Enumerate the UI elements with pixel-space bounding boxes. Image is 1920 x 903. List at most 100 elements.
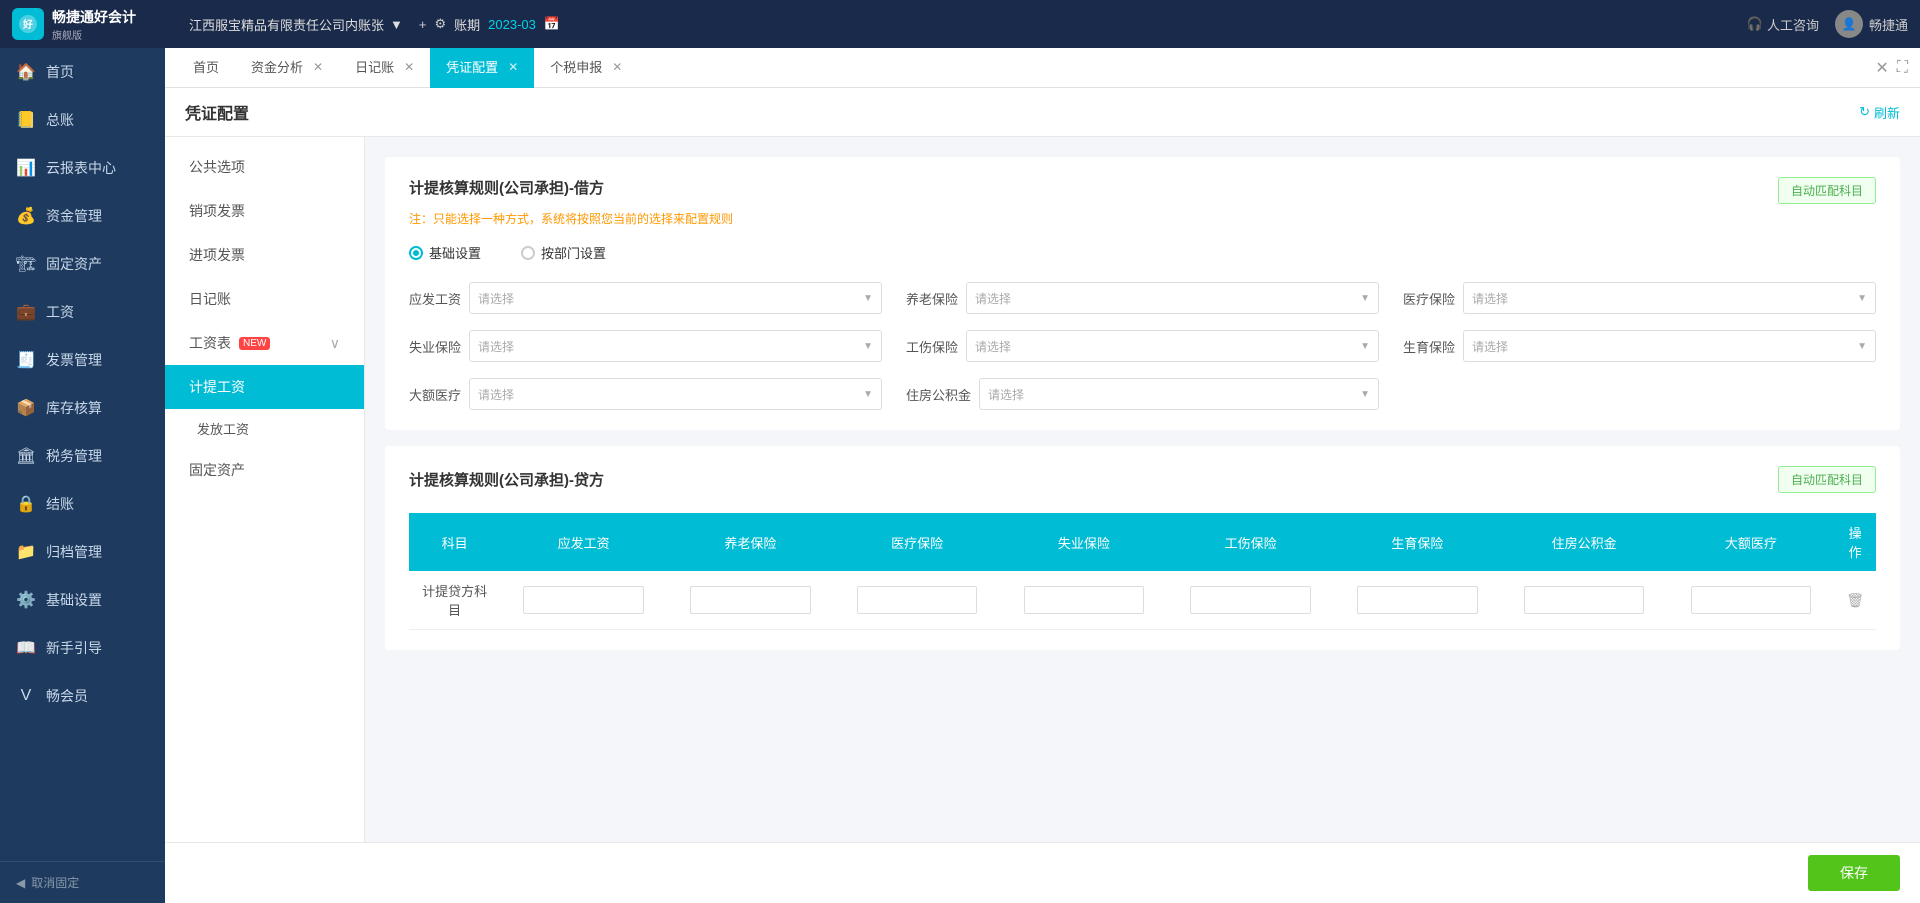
- input-credit-work-injury[interactable]: [1190, 586, 1311, 614]
- field-work-injury: 工伤保险 请选择 ▼: [906, 330, 1379, 362]
- main-layout: 🏠 首页 📒 总账 📊 云报表中心 💰 资金管理 🏗 固定资产 💼 工资 🧾 发…: [0, 48, 1920, 903]
- left-nav-payroll-calc[interactable]: 计提工资: [165, 365, 364, 409]
- top-bar: 好 畅捷通好会计 旗舰版 江西服宝精品有限责任公司内账张 ▼ + ⚙ 账期 20…: [0, 0, 1920, 48]
- sidebar-item-closing[interactable]: 🔒 结账: [0, 480, 165, 528]
- sidebar-item-invoice[interactable]: 🧾 发票管理: [0, 336, 165, 384]
- archive-icon: 📁: [16, 542, 36, 562]
- input-credit-housing-fund[interactable]: [1524, 586, 1645, 614]
- user-area[interactable]: 👤 畅捷通: [1835, 10, 1908, 38]
- close-all-tabs-button[interactable]: ✕: [1875, 58, 1888, 78]
- svg-text:好: 好: [22, 18, 33, 31]
- select-housing-fund[interactable]: 请选择 ▼: [979, 378, 1379, 410]
- home-icon: 🏠: [16, 62, 36, 82]
- tab-bar-actions: ✕ ⛶: [1875, 58, 1908, 78]
- refresh-button[interactable]: ↻ 刷新: [1859, 103, 1900, 122]
- credit-table-body: 计提贷方科目 🗑: [409, 571, 1876, 630]
- select-maternity[interactable]: 请选择 ▼: [1463, 330, 1876, 362]
- sidebar-item-fixed-assets[interactable]: 🏗 固定资产: [0, 240, 165, 288]
- close-tax-tab[interactable]: ✕: [612, 60, 622, 74]
- tab-voucher[interactable]: 凭证配置 ✕: [430, 48, 534, 88]
- left-nav: 公共选项 销项发票 进项发票 日记账 工资表 NEW ∨ 计提工资: [165, 137, 365, 842]
- sidebar-item-tax[interactable]: 🏛 税务管理: [0, 432, 165, 480]
- chevron-down-icon: ▼: [863, 389, 873, 400]
- bottom-bar: 保存: [165, 842, 1920, 903]
- left-nav-journal[interactable]: 日记账: [165, 277, 364, 321]
- debit-section-note: 注：只能选择一种方式，系统将按照您当前的选择来配置规则: [409, 210, 1778, 227]
- credit-section-title: 计提核算规则(公司承担)-贷方: [409, 469, 604, 490]
- app-logo-icon: 好: [12, 8, 44, 40]
- period-value[interactable]: 2023-03: [488, 17, 536, 32]
- input-credit-pension[interactable]: [690, 586, 811, 614]
- settings-icon[interactable]: ⚙: [434, 16, 446, 32]
- left-nav-payroll-pay[interactable]: 发放工资: [165, 409, 364, 448]
- select-major-medical[interactable]: 请选择 ▼: [469, 378, 882, 410]
- sidebar-item-ledger[interactable]: 📒 总账: [0, 96, 165, 144]
- add-account-button[interactable]: +: [419, 17, 427, 32]
- input-credit-maternity[interactable]: [1357, 586, 1478, 614]
- th-subject: 科目: [409, 513, 500, 571]
- close-capital-tab[interactable]: ✕: [313, 60, 323, 74]
- close-journal-tab[interactable]: ✕: [404, 60, 414, 74]
- tab-tax[interactable]: 个税申报 ✕: [534, 48, 638, 88]
- left-nav-payroll-table[interactable]: 工资表 NEW ∨: [165, 321, 364, 365]
- select-unemployment[interactable]: 请选择 ▼: [469, 330, 882, 362]
- expand-tabs-button[interactable]: ⛶: [1897, 58, 1908, 78]
- left-nav-fixed-assets[interactable]: 固定资产: [165, 448, 364, 492]
- vip-icon: V: [16, 687, 36, 705]
- tab-capital[interactable]: 资金分析 ✕: [235, 48, 339, 88]
- sidebar: 🏠 首页 📒 总账 📊 云报表中心 💰 资金管理 🏗 固定资产 💼 工资 🧾 发…: [0, 48, 165, 903]
- radio-basic-dot: [409, 246, 423, 260]
- radio-basic-setting[interactable]: 基础设置: [409, 243, 481, 262]
- app-logo-text: 畅捷通好会计 旗舰版: [52, 7, 136, 42]
- help-button[interactable]: 🎧 人工咨询: [1747, 15, 1819, 34]
- left-nav-sales-invoice[interactable]: 销项发票: [165, 189, 364, 233]
- calendar-icon[interactable]: 📅: [544, 16, 560, 32]
- field-housing-fund: 住房公积金 请选择 ▼: [906, 378, 1379, 410]
- select-salary[interactable]: 请选择 ▼: [469, 282, 882, 314]
- td-work-injury-value: [1167, 571, 1334, 630]
- headset-icon: 🎧: [1747, 16, 1763, 32]
- chevron-down-icon: ▼: [1857, 341, 1867, 352]
- select-work-injury[interactable]: 请选择 ▼: [966, 330, 1379, 362]
- td-housing-fund-value: [1501, 571, 1668, 630]
- close-voucher-tab[interactable]: ✕: [508, 60, 518, 74]
- tab-bar: 首页 资金分析 ✕ 日记账 ✕ 凭证配置 ✕ 个税申报 ✕ ✕ ⛶: [165, 48, 1920, 88]
- company-selector[interactable]: 江西服宝精品有限责任公司内账张 ▼: [189, 15, 403, 34]
- sidebar-item-inventory[interactable]: 📦 库存核算: [0, 384, 165, 432]
- credit-auto-match-button[interactable]: 自动匹配科目: [1778, 466, 1876, 493]
- tab-home[interactable]: 首页: [177, 48, 235, 88]
- avatar: 👤: [1835, 10, 1863, 38]
- sidebar-item-guide[interactable]: 📖 新手引导: [0, 624, 165, 672]
- sidebar-item-capital[interactable]: 💰 资金管理: [0, 192, 165, 240]
- sidebar-item-archive[interactable]: 📁 归档管理: [0, 528, 165, 576]
- input-credit-unemployment[interactable]: [1024, 586, 1145, 614]
- left-nav-purchase-invoice[interactable]: 进项发票: [165, 233, 364, 277]
- credit-table-header: 科目 应发工资 养老保险 医疗保险 失业保险 工伤保险 生育保险 住房公积金 大…: [409, 513, 1876, 571]
- input-credit-salary[interactable]: [523, 586, 644, 614]
- table-row: 计提贷方科目 🗑: [409, 571, 1876, 630]
- tab-journal[interactable]: 日记账 ✕: [339, 48, 430, 88]
- delete-row-button[interactable]: 🗑: [1846, 592, 1864, 608]
- sidebar-item-reports[interactable]: 📊 云报表中心: [0, 144, 165, 192]
- credit-table-header-row: 科目 应发工资 养老保险 医疗保险 失业保险 工伤保险 生育保险 住房公积金 大…: [409, 513, 1876, 571]
- debit-auto-match-button[interactable]: 自动匹配科目: [1778, 177, 1876, 204]
- pin-icon: ◀: [16, 876, 25, 890]
- sidebar-item-vip[interactable]: V 畅会员: [0, 672, 165, 720]
- th-unemployment: 失业保险: [1000, 513, 1167, 571]
- td-medical-value: [834, 571, 1001, 630]
- input-credit-major-medical[interactable]: [1691, 586, 1812, 614]
- sidebar-item-home[interactable]: 🏠 首页: [0, 48, 165, 96]
- save-button[interactable]: 保存: [1808, 855, 1900, 891]
- radio-dept-setting[interactable]: 按部门设置: [521, 243, 606, 262]
- select-medical[interactable]: 请选择 ▼: [1463, 282, 1876, 314]
- select-pension[interactable]: 请选择 ▼: [966, 282, 1379, 314]
- left-nav-public[interactable]: 公共选项: [165, 145, 364, 189]
- sidebar-item-payroll[interactable]: 💼 工资: [0, 288, 165, 336]
- chevron-down-icon: ▼: [1360, 293, 1370, 304]
- top-actions: + ⚙ 账期 2023-03 📅: [419, 15, 560, 34]
- input-credit-medical[interactable]: [857, 586, 978, 614]
- sidebar-item-settings[interactable]: ⚙️ 基础设置: [0, 576, 165, 624]
- unpin-sidebar-button[interactable]: ◀ 取消固定: [0, 861, 165, 903]
- chevron-down-icon: ▼: [1360, 341, 1370, 352]
- logo-area: 好 畅捷通好会计 旗舰版: [12, 7, 177, 42]
